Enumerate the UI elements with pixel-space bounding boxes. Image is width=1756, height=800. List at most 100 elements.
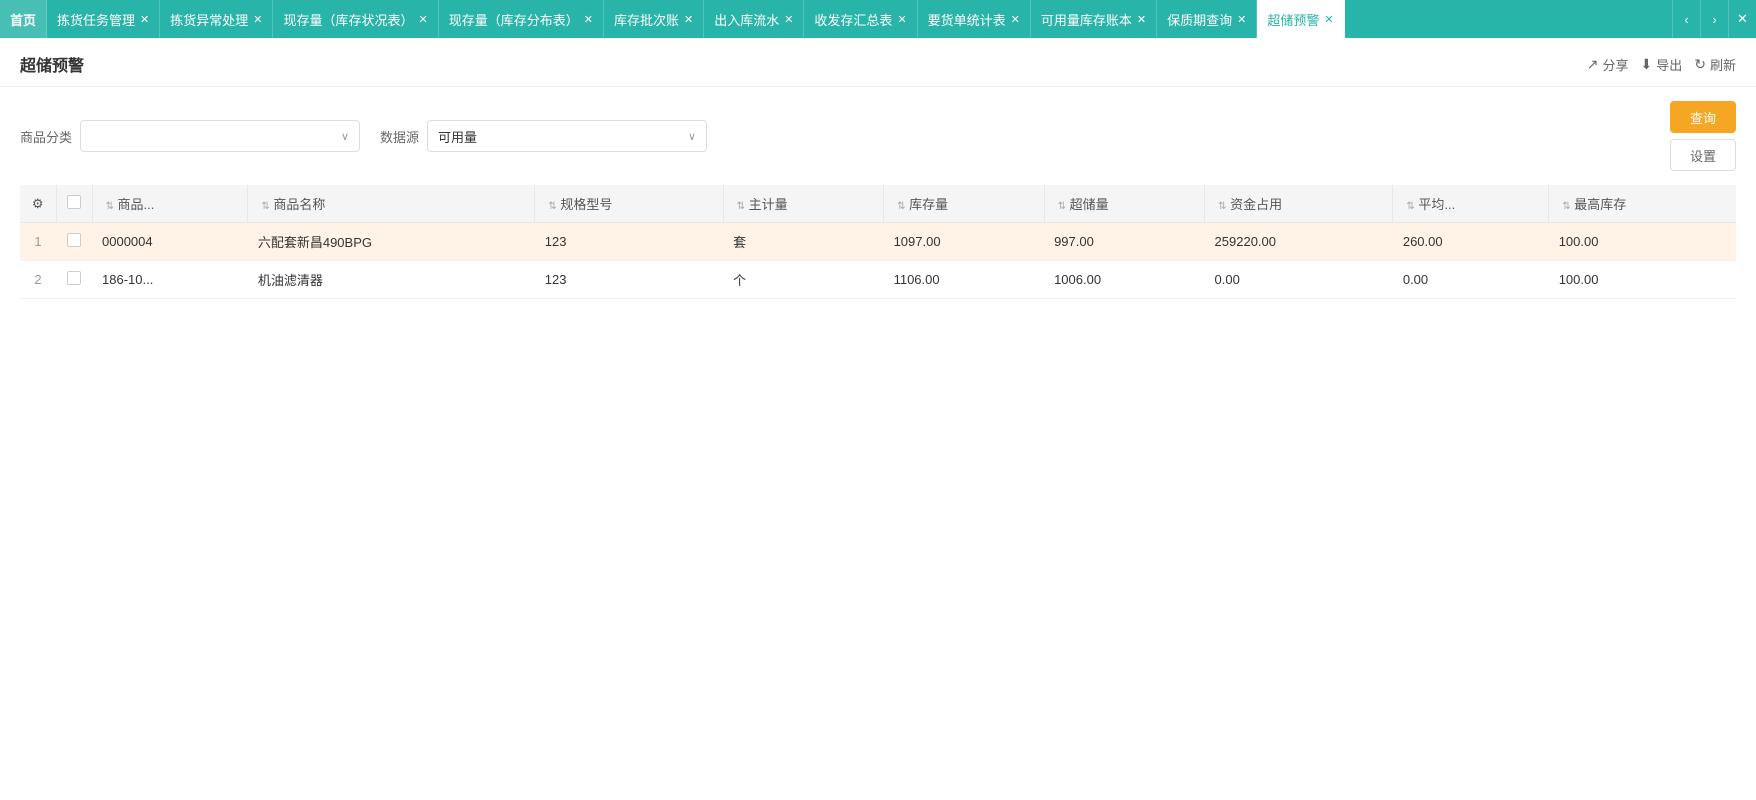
row-overstock-1: 997.00 <box>1044 223 1204 261</box>
close-icon[interactable]: ✕ <box>784 13 793 26</box>
nav-item-quality-check[interactable]: 保质期查询 ✕ <box>1157 0 1257 38</box>
export-button[interactable]: ⬇ 导出 <box>1641 55 1683 74</box>
row-capital-2: 0.00 <box>1205 261 1393 299</box>
category-select[interactable]: ∨ <box>80 120 360 152</box>
nav-item-overstock-alert[interactable]: 超储预警 ✕ <box>1257 0 1344 38</box>
nav-item-exception-handle[interactable]: 拣货异常处理 ✕ <box>160 0 273 38</box>
sort-icon: ⇅ <box>1406 201 1414 212</box>
close-icon[interactable]: ✕ <box>419 13 428 26</box>
col-capital[interactable]: ⇅ 资金占用 <box>1205 185 1393 223</box>
refresh-icon: ↻ <box>1694 56 1706 73</box>
row-overstock-2: 1006.00 <box>1044 261 1204 299</box>
nav-item-home[interactable]: 首页 <box>0 0 47 38</box>
nav-item-order-stats[interactable]: 要货单统计表 ✕ <box>918 0 1031 38</box>
row-product-name-1: 六配套新昌490BPG <box>248 223 535 261</box>
row-max-stock-1: 100.00 <box>1549 223 1736 261</box>
row-product-name-2: 机油滤清器 <box>248 261 535 299</box>
filter-area: 商品分类 ∨ 数据源 可用量 ∨ 查询 设置 <box>0 87 1756 185</box>
close-icon[interactable]: ✕ <box>1237 13 1246 26</box>
row-unit-1: 套 <box>723 223 883 261</box>
header-checkbox[interactable] <box>67 195 81 209</box>
col-max-stock[interactable]: ⇅ 最高库存 <box>1549 185 1736 223</box>
row-avg-1: 260.00 <box>1393 223 1549 261</box>
row-cb[interactable] <box>67 271 81 285</box>
share-button[interactable]: ↗ 分享 <box>1587 55 1629 74</box>
sort-icon: ⇅ <box>737 201 745 212</box>
row-capital-1: 259220.00 <box>1205 223 1393 261</box>
row-cb[interactable] <box>67 233 81 247</box>
chevron-down-icon: ∨ <box>688 130 696 143</box>
settings-button[interactable]: 设置 <box>1670 139 1736 171</box>
nav-prev-button[interactable]: ‹ <box>1672 0 1700 38</box>
close-icon[interactable]: ✕ <box>584 13 593 26</box>
close-icon[interactable]: ✕ <box>253 13 262 26</box>
page-content: 超储预警 ↗ 分享 ⬇ 导出 ↻ 刷新 商品分类 ∨ 数据源 <box>0 38 1756 800</box>
row-stock-1: 1097.00 <box>884 223 1044 261</box>
close-icon[interactable]: ✕ <box>1137 13 1146 26</box>
category-filter-group: 商品分类 ∨ <box>20 120 360 152</box>
datasource-label: 数据源 <box>380 127 419 146</box>
sort-icon: ⇅ <box>1218 201 1226 212</box>
row-stock-2: 1106.00 <box>884 261 1044 299</box>
close-icon[interactable]: ✕ <box>897 13 906 26</box>
row-num-2: 2 <box>20 261 56 299</box>
table-row: 1 0000004 六配套新昌490BPG 123 套 1097.00 997.… <box>20 223 1736 261</box>
nav-item-inventory-dist[interactable]: 现存量（库存分布表） ✕ <box>439 0 604 38</box>
nav-item-in-out-flow[interactable]: 出入库流水 ✕ <box>704 0 804 38</box>
col-settings[interactable]: ⚙ <box>20 185 56 223</box>
table-row: 2 186-10... 机油滤清器 123 个 1106.00 1006.00 … <box>20 261 1736 299</box>
col-checkbox[interactable] <box>56 185 92 223</box>
chevron-down-icon: ∨ <box>341 130 349 143</box>
datasource-select[interactable]: 可用量 ∨ <box>427 120 707 152</box>
col-product-name[interactable]: ⇅ 商品名称 <box>248 185 535 223</box>
row-spec-2: 123 <box>535 261 723 299</box>
row-checkbox-2[interactable] <box>56 261 92 299</box>
col-avg[interactable]: ⇅ 平均... <box>1393 185 1549 223</box>
close-icon[interactable]: ✕ <box>140 13 149 26</box>
sort-icon: ⇅ <box>261 201 269 212</box>
header-actions: ↗ 分享 ⬇ 导出 ↻ 刷新 <box>1587 55 1736 74</box>
sort-icon: ⇅ <box>548 201 556 212</box>
row-unit-2: 个 <box>723 261 883 299</box>
nav-item-inventory-status[interactable]: 现存量（库存状况表） ✕ <box>273 0 438 38</box>
col-unit[interactable]: ⇅ 主计量 <box>723 185 883 223</box>
action-buttons: 查询 设置 <box>1670 101 1736 171</box>
close-icon[interactable]: ✕ <box>1011 13 1020 26</box>
page-title: 超储预警 <box>20 52 84 76</box>
datasource-select-value: 可用量 <box>438 127 477 146</box>
row-checkbox-1[interactable] <box>56 223 92 261</box>
page-header: 超储预警 ↗ 分享 ⬇ 导出 ↻ 刷新 <box>0 38 1756 87</box>
row-product-code-1: 0000004 <box>92 223 248 261</box>
sort-icon: ⇅ <box>1562 201 1570 212</box>
row-max-stock-2: 100.00 <box>1549 261 1736 299</box>
nav-item-collect-send[interactable]: 收发存汇总表 ✕ <box>804 0 917 38</box>
overstock-table: ⚙ ⇅ 商品... ⇅ 商品名称 ⇅ 规格型号 <box>20 185 1736 299</box>
col-product-code[interactable]: ⇅ 商品... <box>92 185 248 223</box>
nav-bar: 首页 拣货任务管理 ✕ 拣货异常处理 ✕ 现存量（库存状况表） ✕ 现存量（库存… <box>0 0 1756 38</box>
nav-next-button[interactable]: › <box>1700 0 1728 38</box>
share-icon: ↗ <box>1587 56 1599 73</box>
nav-close-button[interactable]: ✕ <box>1728 0 1756 38</box>
table-header-row: ⚙ ⇅ 商品... ⇅ 商品名称 ⇅ 规格型号 <box>20 185 1736 223</box>
close-icon[interactable]: ✕ <box>1324 13 1333 26</box>
row-avg-2: 0.00 <box>1393 261 1549 299</box>
col-stock[interactable]: ⇅ 库存量 <box>884 185 1044 223</box>
row-spec-1: 123 <box>535 223 723 261</box>
sort-icon: ⇅ <box>1058 201 1066 212</box>
row-num-1: 1 <box>20 223 56 261</box>
export-icon: ⬇ <box>1641 56 1653 73</box>
table-container: ⚙ ⇅ 商品... ⇅ 商品名称 ⇅ 规格型号 <box>0 185 1756 299</box>
query-button[interactable]: 查询 <box>1670 101 1736 133</box>
category-label: 商品分类 <box>20 127 72 146</box>
row-product-code-2: 186-10... <box>92 261 248 299</box>
col-spec[interactable]: ⇅ 规格型号 <box>535 185 723 223</box>
nav-item-task-mgmt[interactable]: 拣货任务管理 ✕ <box>47 0 160 38</box>
sort-icon: ⇅ <box>106 201 114 212</box>
nav-item-available-ledger[interactable]: 可用量库存账本 ✕ <box>1031 0 1157 38</box>
col-overstock[interactable]: ⇅ 超储量 <box>1044 185 1204 223</box>
nav-item-batch-account[interactable]: 库存批次账 ✕ <box>604 0 704 38</box>
sort-icon: ⇅ <box>897 201 905 212</box>
datasource-filter-group: 数据源 可用量 ∨ <box>380 120 707 152</box>
close-icon[interactable]: ✕ <box>684 13 693 26</box>
refresh-button[interactable]: ↻ 刷新 <box>1694 55 1736 74</box>
